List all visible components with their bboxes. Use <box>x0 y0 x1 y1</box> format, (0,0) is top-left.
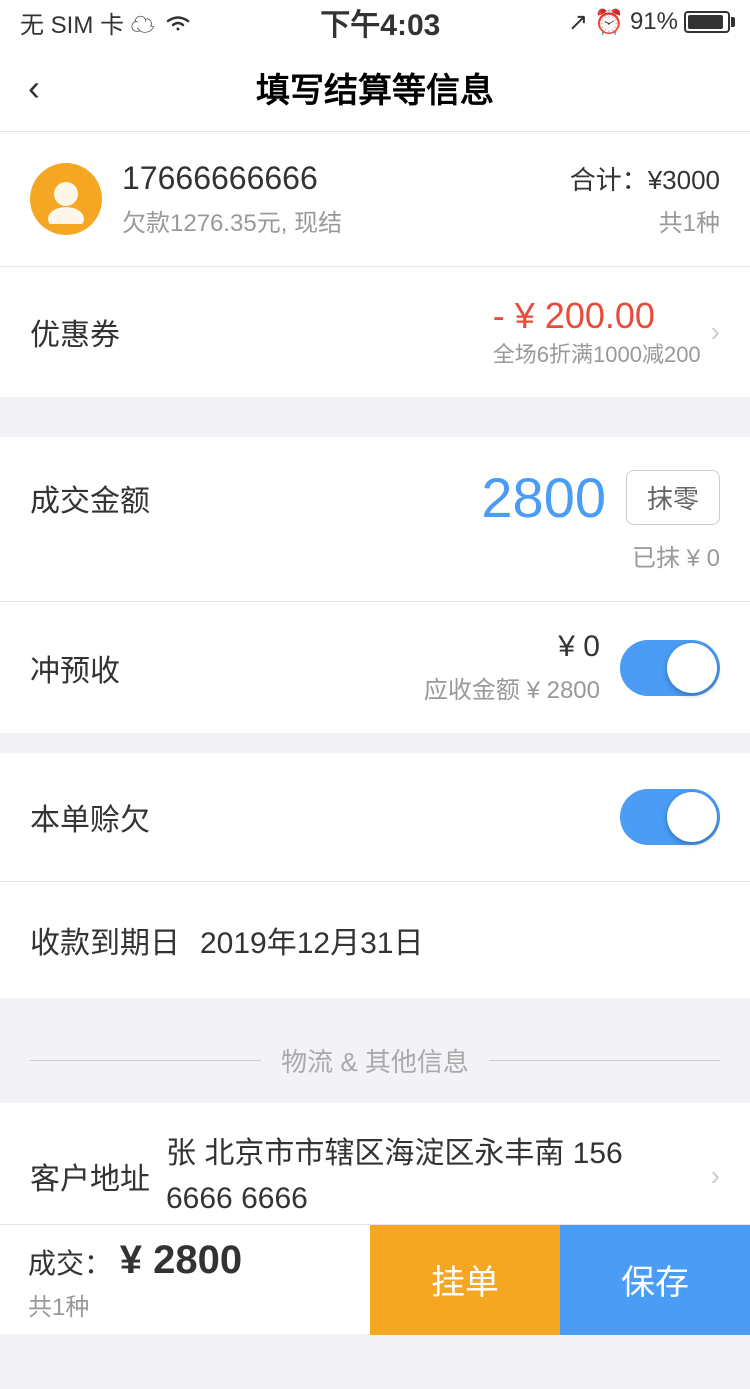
bottom-bar: 成交： ¥ 2800 共1种 挂单 保存 <box>0 1224 750 1334</box>
user-right: 合计：¥3000 共1种 <box>570 160 720 238</box>
debt-label: 本单赊欠 <box>30 795 150 839</box>
prepay-right: ¥ 0 应收金额 ¥ 2800 <box>424 630 720 705</box>
page-title: 填写结算等信息 <box>256 63 494 112</box>
hang-button[interactable]: 挂单 <box>370 1225 560 1335</box>
bottom-summary: 成交： ¥ 2800 共1种 <box>0 1238 370 1322</box>
round-button[interactable]: 抹零 <box>626 470 720 525</box>
avatar <box>30 163 102 235</box>
debt-row: 本单赊欠 <box>0 753 750 881</box>
save-button[interactable]: 保存 <box>560 1225 750 1335</box>
phone-number: 17666666666 <box>122 160 342 197</box>
user-info: 17666666666 欠款1276.35元, 现结 <box>122 160 342 238</box>
date-value: 2019年12月31日 <box>200 918 423 962</box>
coupon-discount: - ¥ 200.00 <box>493 295 701 337</box>
nav-bar: ‹ 填写结算等信息 <box>0 44 750 132</box>
amount-sub: 已抹 ¥ 0 <box>30 538 720 573</box>
content: 17666666666 欠款1276.35元, 现结 合计：¥3000 共1种 … <box>0 132 750 1389</box>
status-time: 下午4:03 <box>320 0 440 44</box>
date-row: 收款到期日 2019年12月31日 <box>0 881 750 998</box>
user-left: 17666666666 欠款1276.35元, 现结 <box>30 160 342 238</box>
user-info-card: 17666666666 欠款1276.35元, 现结 合计：¥3000 共1种 … <box>0 132 750 397</box>
amount-section: 成交金额 2800 抹零 已抹 ¥ 0 <box>0 437 750 602</box>
status-bar: 无 SIM 卡 ☁ 下午4:03 ↗ ⏰ 91% <box>0 0 750 44</box>
date-label: 收款到期日 <box>30 918 180 962</box>
amount-row: 成交金额 2800 抹零 <box>30 465 720 530</box>
logistics-line-left <box>30 1060 261 1061</box>
battery-percent: 91% <box>630 8 678 36</box>
user-row: 17666666666 欠款1276.35元, 现结 合计：¥3000 共1种 <box>0 132 750 267</box>
logistics-label: 物流 & 其他信息 <box>281 1042 469 1079</box>
toggle-knob <box>667 643 717 693</box>
address-chevron-icon: › <box>711 1160 720 1192</box>
bottom-deal-row: 成交： ¥ 2800 <box>28 1238 342 1283</box>
prepay-label: 冲预收 <box>30 646 120 690</box>
total-label: 合计：¥3000 <box>570 160 720 197</box>
amount-number: 2800 <box>481 465 606 530</box>
alarm-icon: ⏰ <box>594 8 624 37</box>
gray-separator-2 <box>0 733 750 753</box>
gray-separator-1 <box>0 417 750 437</box>
debt-info: 欠款1276.35元, 现结 <box>122 203 342 238</box>
status-left: 无 SIM 卡 ☁ <box>20 5 193 40</box>
address-value: 张 北京市市辖区海淀区永丰南 156 6666 6666 <box>150 1131 711 1221</box>
sim-text: 无 SIM 卡 ☁ <box>20 5 155 40</box>
bottom-deal-label: 成交： <box>28 1248 112 1279</box>
battery-icon <box>684 11 730 33</box>
coupon-right: - ¥ 200.00 全场6折满1000减200 › <box>493 295 720 369</box>
gray-separator-3 <box>0 998 750 1018</box>
debt-toggle[interactable] <box>620 789 720 845</box>
coupon-row[interactable]: 优惠券 - ¥ 200.00 全场6折满1000减200 › <box>0 267 750 397</box>
prepay-sub: 应收金额 ¥ 2800 <box>424 670 600 705</box>
bottom-amount: ¥ 2800 <box>120 1238 242 1282</box>
location-icon: ↗ <box>568 8 588 37</box>
wifi-icon <box>163 11 193 33</box>
amount-value-wrap: 2800 抹零 <box>481 465 720 530</box>
prepay-toggle[interactable] <box>620 640 720 696</box>
amount-label: 成交金额 <box>30 476 150 520</box>
total-count: 共1种 <box>570 203 720 238</box>
debt-toggle-knob <box>667 792 717 842</box>
prepay-amount: ¥ 0 <box>424 630 600 664</box>
status-right: ↗ ⏰ 91% <box>568 8 730 37</box>
bottom-count: 共1种 <box>28 1287 342 1322</box>
back-button[interactable]: ‹ <box>28 67 40 109</box>
chevron-right-icon: › <box>711 316 720 348</box>
address-label: 客户地址 <box>30 1154 150 1198</box>
logistics-line-right <box>489 1060 720 1061</box>
coupon-desc: 全场6折满1000减200 <box>493 337 701 369</box>
coupon-label: 优惠券 <box>30 310 120 354</box>
logistics-divider: 物流 & 其他信息 <box>0 1018 750 1103</box>
prepay-amount-wrap: ¥ 0 应收金额 ¥ 2800 <box>424 630 600 705</box>
prepay-row: 冲预收 ¥ 0 应收金额 ¥ 2800 <box>0 602 750 733</box>
